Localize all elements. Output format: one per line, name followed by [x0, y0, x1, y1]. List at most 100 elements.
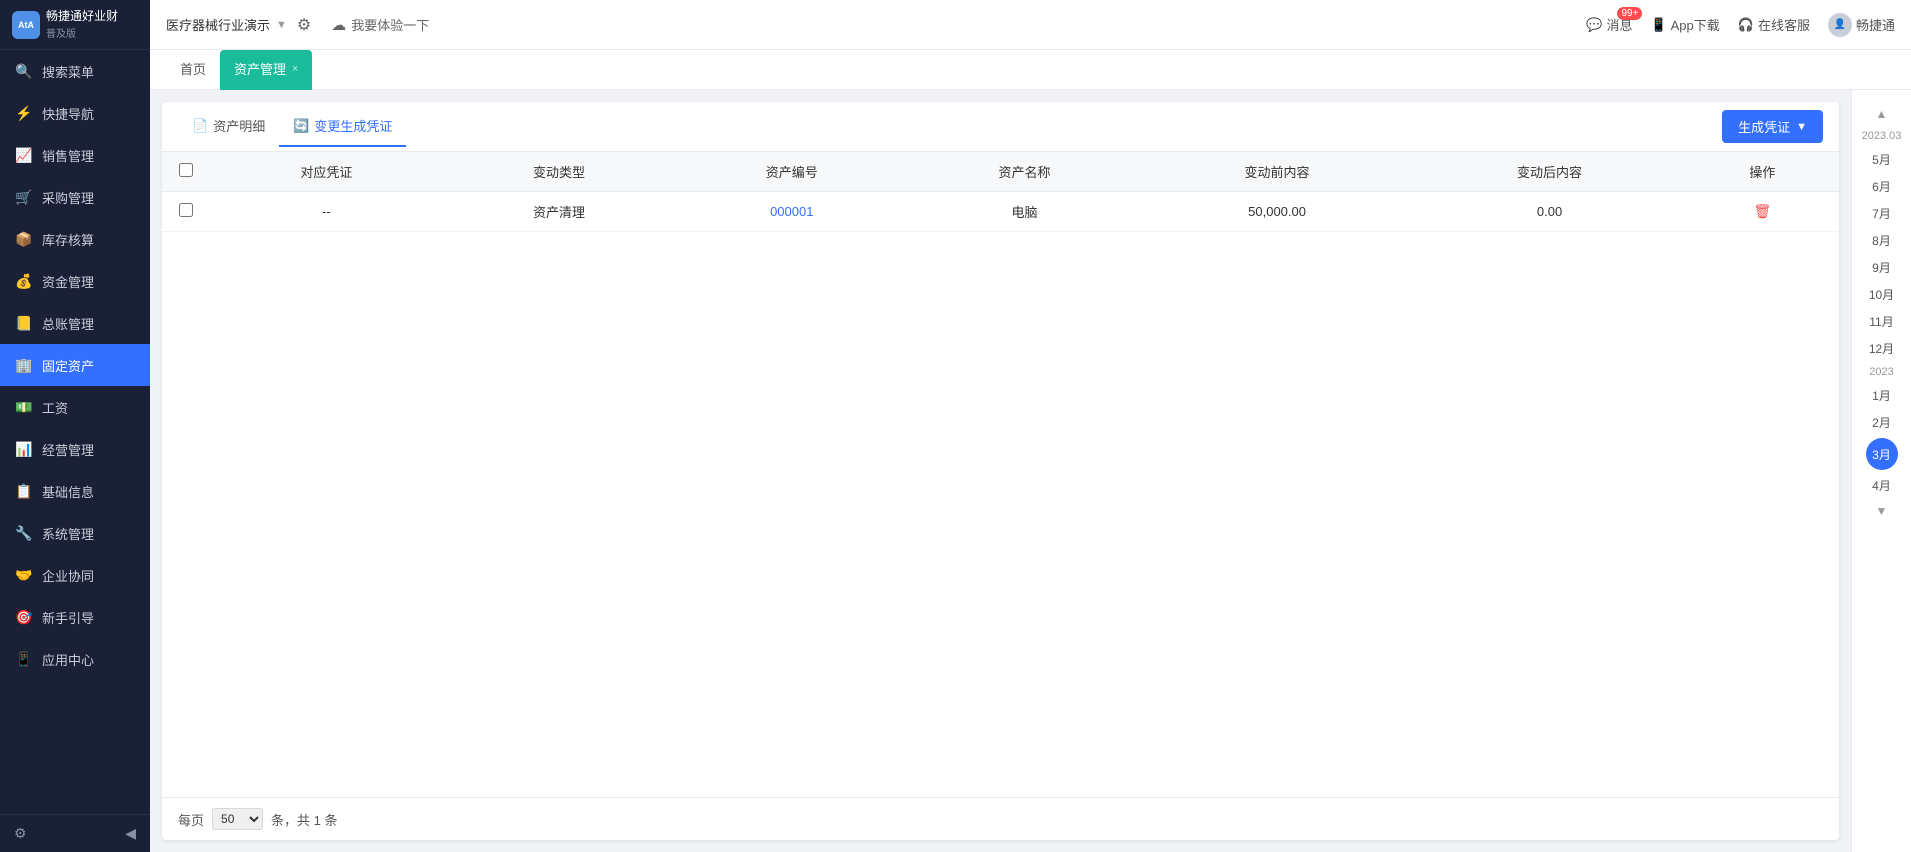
sidebar-item-payroll[interactable]: 💵 工资 [0, 386, 150, 428]
sub-tab-change-voucher[interactable]: 🔄 变更生成凭证 [279, 106, 406, 147]
per-page-select[interactable]: 102050100 [212, 808, 263, 830]
calendar-month-item[interactable]: 2月 [1866, 409, 1898, 436]
calendar-month-item[interactable]: 8月 [1865, 227, 1898, 254]
sub-tabs-row: 📄 资产明细 🔄 变更生成凭证 生成凭证 ▼ [162, 102, 1839, 152]
collapse-icon[interactable]: ◀ [125, 825, 136, 842]
app-center-icon: 📱 [14, 649, 34, 669]
header-right: 💬 消息 99+ 📱 App下载 🎧 在线客服 👤 畅捷通 [1586, 13, 1895, 37]
sidebar-item-purchase[interactable]: 🛒 采购管理 [0, 176, 150, 218]
row-delete-btn[interactable]: 🗑 [1754, 203, 1772, 220]
row-checkbox[interactable] [179, 203, 193, 217]
company-name: 医疗器械行业演示 [166, 15, 270, 34]
row-change-type: 资产清理 [443, 192, 676, 232]
sidebar-item-search[interactable]: 🔍 搜索菜单 [0, 50, 150, 92]
calendar-month-item[interactable]: 7月 [1865, 200, 1898, 227]
main-area: 医疗器械行业演示 ▼ ⚙ ☁ 我要体验一下 💬 消息 99+ 📱 App下载 🎧… [150, 0, 1911, 852]
payroll-label: 工资 [42, 398, 68, 417]
table-row: -- 资产清理 000001 电脑 50,000.00 0.00 🗑 [162, 192, 1839, 232]
user-menu[interactable]: 👤 畅捷通 [1828, 13, 1895, 37]
sidebar-nav-scroll: 🔍 搜索菜单 ⚡ 快捷导航 📈 销售管理 🛒 采购管理 📦 库存核算 💰 资金管… [0, 50, 150, 814]
sidebar-item-inventory[interactable]: 📦 库存核算 [0, 218, 150, 260]
calendar-month-item[interactable]: 11月 [1865, 308, 1898, 335]
calendar-scroll-up[interactable]: ▲ [1870, 102, 1894, 126]
calendar-scroll-down[interactable]: ▼ [1870, 499, 1894, 523]
generate-btn-arrow-icon: ▼ [1796, 121, 1807, 133]
sidebar-item-basic-info[interactable]: 📋 基础信息 [0, 470, 150, 512]
sidebar: AtA 畅捷通好业财 普及版 🔍 搜索菜单 ⚡ 快捷导航 📈 销售管理 🛒 采购… [0, 0, 150, 852]
tab-home-label: 首页 [180, 59, 206, 78]
company-selector[interactable]: 医疗器械行业演示 ▼ [166, 15, 287, 34]
basic-info-label: 基础信息 [42, 482, 94, 501]
calendar-month-item[interactable]: 12月 [1865, 335, 1898, 362]
content-area: 📄 资产明细 🔄 变更生成凭证 生成凭证 ▼ [150, 90, 1911, 852]
system-icon: 🔧 [14, 523, 34, 543]
sidebar-item-ledger[interactable]: 📒 总账管理 [0, 302, 150, 344]
row-asset-no: 000001 [675, 192, 908, 232]
sidebar-item-quick-nav[interactable]: ⚡ 快捷导航 [0, 92, 150, 134]
sidebar-item-fixed-assets[interactable]: 🏢 固定资产 [0, 344, 150, 386]
col-before-content: 变动前内容 [1141, 152, 1414, 192]
ledger-label: 总账管理 [42, 314, 94, 333]
sidebar-item-collaboration[interactable]: 🤝 企业协同 [0, 554, 150, 596]
payroll-icon: 💵 [14, 397, 34, 417]
tab-bar: 首页 资产管理 × [150, 50, 1911, 90]
guide-icon: 🎯 [14, 607, 34, 627]
sidebar-bottom: ⚙ ◀ [0, 814, 150, 852]
search-label: 搜索菜单 [42, 62, 94, 81]
sales-label: 销售管理 [42, 146, 94, 165]
sidebar-item-sales[interactable]: 📈 销售管理 [0, 134, 150, 176]
settings-icon[interactable]: ⚙ [14, 825, 27, 842]
purchase-label: 采购管理 [42, 188, 94, 207]
sub-tab-asset-detail-label: 资产明细 [213, 116, 265, 135]
sidebar-item-app-center[interactable]: 📱 应用中心 [0, 638, 150, 680]
calendar-month-item[interactable]: 1月 [1866, 382, 1898, 409]
app-logo-text: 畅捷通好业财 [46, 9, 118, 25]
asset-detail-icon: 📄 [192, 118, 208, 134]
service-icon: 🎧 [1738, 17, 1754, 33]
messages-badge: 99+ [1617, 7, 1642, 20]
col-asset-no: 资产编号 [675, 152, 908, 192]
calendar-month-item[interactable]: 6月 [1865, 173, 1898, 200]
col-action: 操作 [1686, 152, 1839, 192]
calendar-month-item[interactable]: 3月 [1866, 438, 1898, 470]
experience-btn[interactable]: ☁ 我要体验一下 [331, 15, 429, 34]
app-download-label: App下载 [1671, 15, 1720, 34]
sidebar-logo: AtA 畅捷通好业财 普及版 [0, 0, 150, 50]
sub-tab-change-voucher-label: 变更生成凭证 [314, 116, 392, 135]
finance-label: 资金管理 [42, 272, 94, 291]
calendar-month-item[interactable]: 4月 [1866, 472, 1898, 499]
sidebar-item-system[interactable]: 🔧 系统管理 [0, 512, 150, 554]
sub-tab-asset-detail[interactable]: 📄 资产明细 [178, 106, 279, 147]
sidebar-item-finance[interactable]: 💰 资金管理 [0, 260, 150, 302]
sidebar-item-operation[interactable]: 📊 经营管理 [0, 428, 150, 470]
calendar-year-label: 2023.03 [1852, 126, 1911, 146]
tab-close-icon[interactable]: × [292, 63, 298, 75]
calendar-month-item[interactable]: 10月 [1865, 281, 1898, 308]
total-label: 条，共 1 条 [271, 810, 337, 829]
calendar-month-item[interactable]: 5月 [1865, 146, 1898, 173]
calendar-month-item[interactable]: 9月 [1865, 254, 1898, 281]
tab-asset-mgmt[interactable]: 资产管理 × [220, 50, 312, 90]
system-label: 系统管理 [42, 524, 94, 543]
app-download-icon: 📱 [1650, 17, 1666, 33]
fixed-assets-label: 固定资产 [42, 356, 94, 375]
experience-label: 我要体验一下 [351, 15, 429, 34]
finance-icon: 💰 [14, 271, 34, 291]
row-asset-name: 电脑 [908, 192, 1141, 232]
customer-service-btn[interactable]: 🎧 在线客服 [1738, 15, 1810, 34]
generate-voucher-btn[interactable]: 生成凭证 ▼ [1722, 110, 1823, 143]
row-after-content: 0.00 [1413, 192, 1686, 232]
app-download-btn[interactable]: 📱 App下载 [1650, 15, 1719, 34]
app-logo-icon: AtA [12, 11, 40, 39]
search-icon: 🔍 [14, 61, 34, 81]
main-panel: 📄 资产明细 🔄 变更生成凭证 生成凭证 ▼ [162, 102, 1839, 840]
select-all-checkbox[interactable] [179, 163, 193, 177]
sidebar-item-guide[interactable]: 🎯 新手引导 [0, 596, 150, 638]
row-before-content: 50,000.00 [1141, 192, 1414, 232]
messages-btn[interactable]: 💬 消息 99+ [1586, 15, 1632, 34]
quick-nav-label: 快捷导航 [42, 104, 94, 123]
header-settings-icon[interactable]: ⚙ [297, 15, 311, 35]
tab-home[interactable]: 首页 [166, 50, 220, 90]
col-asset-name: 资产名称 [908, 152, 1141, 192]
ledger-icon: 📒 [14, 313, 34, 333]
